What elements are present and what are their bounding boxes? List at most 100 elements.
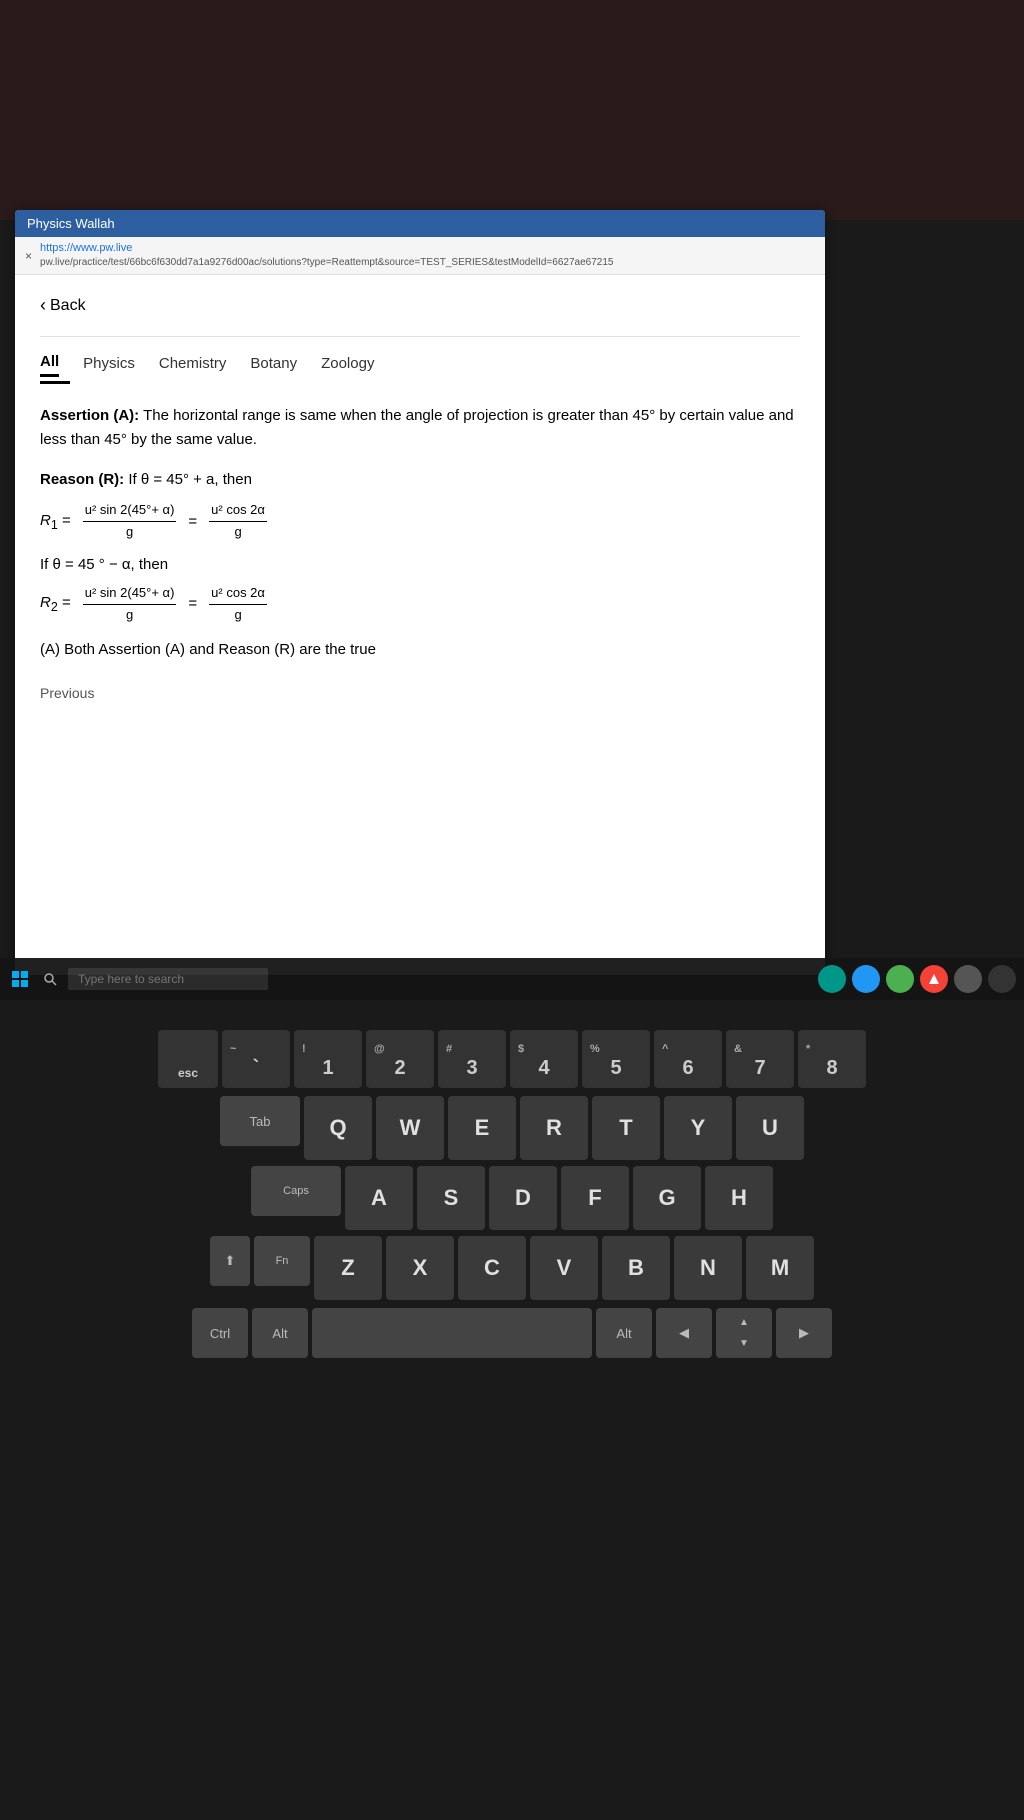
zxcv-row: ⬆ Fn Z X C V B N M (0, 1236, 1024, 1300)
previous-button[interactable]: Previous (40, 682, 94, 704)
key-2-label: 2 (394, 1057, 405, 1080)
r2-equation: R2 = u² sin 2(45°+ α) g = u² cos 2α g (40, 583, 800, 626)
key-d[interactable]: D (489, 1166, 557, 1230)
key-z[interactable]: Z (314, 1236, 382, 1300)
assertion-text: The horizontal range is same when the an… (40, 407, 794, 448)
taskbar-icon-blue[interactable] (852, 965, 880, 993)
key-tilde[interactable]: ~ ` (222, 1030, 290, 1088)
r2-den2: g (232, 605, 243, 626)
page-content: ‹ Back All Physics Chemistry Botany Zool… (15, 275, 825, 975)
key-t[interactable]: T (592, 1096, 660, 1160)
url-line2: pw.live/practice/test/66bc6f630dd7a1a927… (40, 256, 613, 270)
dark-background (0, 0, 1024, 220)
taskbar-search-input[interactable] (68, 968, 268, 990)
key-x[interactable]: X (386, 1236, 454, 1300)
tab-active-underline (40, 381, 70, 384)
key-caps[interactable]: Caps (251, 1166, 341, 1216)
key-h[interactable]: H (705, 1166, 773, 1230)
key-7[interactable]: & 7 (726, 1030, 794, 1088)
browser-title: Physics Wallah (27, 216, 115, 231)
key-hash: # (438, 1043, 452, 1055)
key-arrow-right[interactable]: ▶ (776, 1308, 832, 1358)
tab-botany[interactable]: Botany (250, 355, 297, 376)
fn-row: Ctrl Alt Alt ◀ ▲ ▼ ▶ (0, 1308, 1024, 1358)
title-bar: Physics Wallah (15, 210, 825, 237)
r2-equals: = (188, 592, 197, 616)
key-v[interactable]: V (530, 1236, 598, 1300)
key-dollar: $ (510, 1043, 524, 1055)
key-arrow-up-down[interactable]: ▲ ▼ (716, 1308, 772, 1358)
key-alt-left[interactable]: Alt (252, 1308, 308, 1358)
url-line1: https://www.pw.live (40, 241, 613, 256)
key-star: * (798, 1043, 810, 1055)
key-m[interactable]: M (746, 1236, 814, 1300)
key-8-label: 8 (826, 1057, 837, 1080)
key-3[interactable]: # 3 (438, 1030, 506, 1088)
key-5[interactable]: % 5 (582, 1030, 650, 1088)
key-s[interactable]: S (417, 1166, 485, 1230)
asdf-row: Caps A S D F G H (0, 1166, 1024, 1230)
key-e[interactable]: E (448, 1096, 516, 1160)
assertion-block: Assertion (A): The horizontal range is s… (40, 404, 800, 452)
qwerty-row: Tab Q W E R T Y U (0, 1096, 1024, 1160)
key-y[interactable]: Y (664, 1096, 732, 1160)
assertion-title: Assertion (A): (40, 407, 139, 424)
taskbar-icon-gray1[interactable] (954, 965, 982, 993)
key-3-label: 3 (466, 1057, 477, 1080)
key-4[interactable]: $ 4 (510, 1030, 578, 1088)
key-7-label: 7 (754, 1057, 765, 1080)
key-f[interactable]: F (561, 1166, 629, 1230)
key-alt-right[interactable]: Alt (596, 1308, 652, 1358)
reason-title: Reason (R): (40, 471, 124, 488)
content-area: Assertion (A): The horizontal range is s… (40, 404, 800, 705)
r1-num1: u² sin 2(45°+ α) (83, 500, 177, 522)
reason-block: Reason (R): If θ = 45° + a, then (40, 468, 800, 492)
key-fn[interactable]: Fn (254, 1236, 310, 1286)
tab-chemistry[interactable]: Chemistry (159, 355, 227, 376)
r2-num1: u² sin 2(45°+ α) (83, 583, 177, 605)
key-g[interactable]: G (633, 1166, 701, 1230)
key-1[interactable]: ! 1 (294, 1030, 362, 1088)
key-r[interactable]: R (520, 1096, 588, 1160)
taskbar-icon-gray2[interactable] (988, 965, 1016, 993)
taskbar-icon-red[interactable] (920, 965, 948, 993)
tab-physics[interactable]: Physics (83, 355, 135, 376)
back-button[interactable]: ‹ Back (40, 295, 800, 316)
search-icon[interactable] (38, 967, 62, 991)
r1-equation: R1 = u² sin 2(45°+ α) g = u² cos 2α g (40, 500, 800, 543)
key-ctrl[interactable]: Ctrl (192, 1308, 248, 1358)
browser-window: Physics Wallah × https://www.pw.live pw.… (15, 210, 825, 975)
key-w[interactable]: W (376, 1096, 444, 1160)
key-shift-left[interactable]: ⬆ (210, 1236, 250, 1286)
key-space[interactable] (312, 1308, 592, 1358)
divider (40, 336, 800, 337)
key-backtick-label: ` (253, 1057, 260, 1080)
windows-icon[interactable] (8, 967, 32, 991)
answer-line: (A) Both Assertion (A) and Reason (R) ar… (40, 638, 800, 662)
tab-all[interactable]: All (40, 353, 59, 377)
key-arrow-left[interactable]: ◀ (656, 1308, 712, 1358)
key-a[interactable]: A (345, 1166, 413, 1230)
r2-fraction1: u² sin 2(45°+ α) g (83, 583, 177, 626)
taskbar-icon-green[interactable] (886, 965, 914, 993)
key-amp: & (726, 1043, 742, 1055)
key-6[interactable]: ^ 6 (654, 1030, 722, 1088)
key-escape[interactable]: esc (158, 1030, 218, 1088)
key-u[interactable]: U (736, 1096, 804, 1160)
key-c[interactable]: C (458, 1236, 526, 1300)
previous-label: Previous (40, 685, 94, 701)
taskbar-icon-teal[interactable] (818, 965, 846, 993)
key-b[interactable]: B (602, 1236, 670, 1300)
close-icon[interactable]: × (25, 249, 32, 263)
key-5-label: 5 (610, 1057, 621, 1080)
taskbar (0, 958, 1024, 1000)
tabs-container: All Physics Chemistry Botany Zoology (40, 353, 800, 377)
answer-text: (A) Both Assertion (A) and Reason (R) ar… (40, 641, 376, 658)
tab-zoology[interactable]: Zoology (321, 355, 374, 376)
key-8[interactable]: * 8 (798, 1030, 866, 1088)
if-theta-line: If θ = 45 ° − α, then (40, 553, 800, 577)
key-q[interactable]: Q (304, 1096, 372, 1160)
key-tab[interactable]: Tab (220, 1096, 300, 1146)
key-2[interactable]: @ 2 (366, 1030, 434, 1088)
key-n[interactable]: N (674, 1236, 742, 1300)
